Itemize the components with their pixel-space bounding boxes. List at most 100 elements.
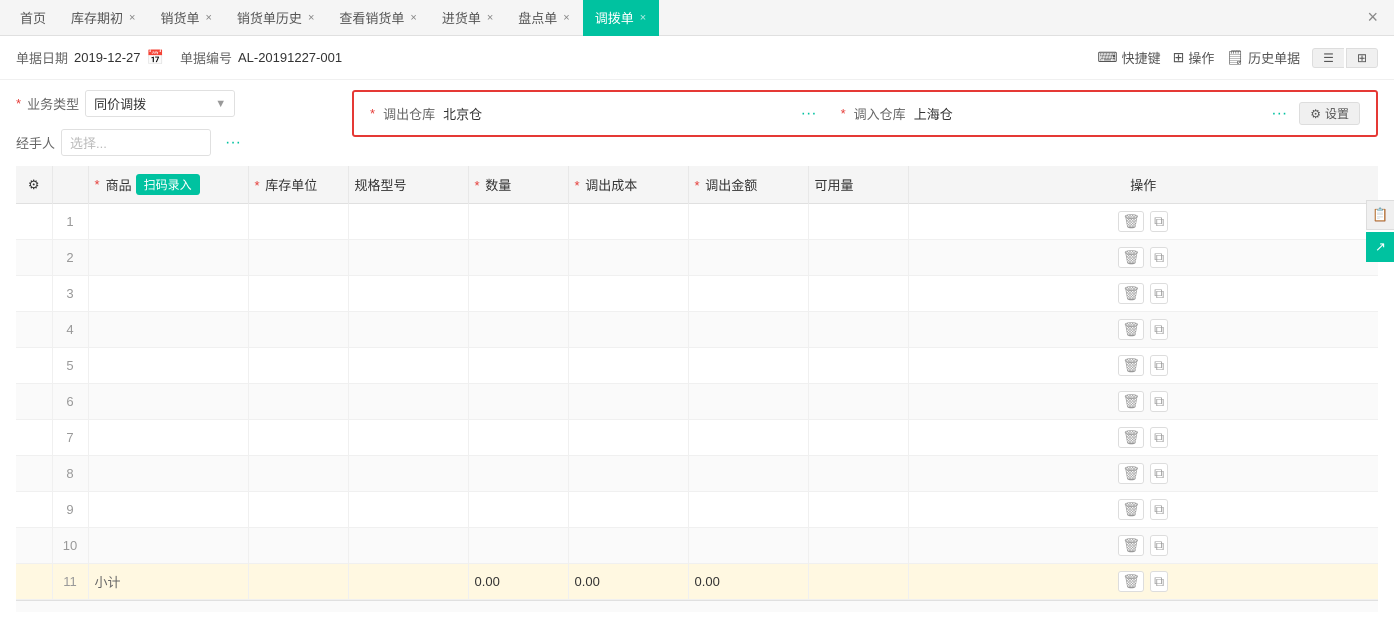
- operator-more-icon[interactable]: ···: [225, 134, 241, 152]
- amount-cell[interactable]: [688, 456, 808, 492]
- available-cell[interactable]: [808, 528, 908, 564]
- window-close-button[interactable]: ×: [1359, 7, 1386, 28]
- scan-button[interactable]: 扫码录入: [136, 174, 200, 195]
- cost-cell[interactable]: [568, 240, 688, 276]
- unit-cell[interactable]: [248, 456, 348, 492]
- quantity-cell[interactable]: [468, 420, 568, 456]
- tab-inventory-init[interactable]: 库存期初 ×: [59, 0, 148, 36]
- available-cell[interactable]: [808, 492, 908, 528]
- tab-stocktake[interactable]: 盘点单 ×: [506, 0, 582, 36]
- copy-icon[interactable]: ⧉: [1150, 391, 1168, 412]
- tab-sales-history[interactable]: 销货单历史 ×: [225, 0, 327, 36]
- amount-cell[interactable]: [688, 204, 808, 240]
- cost-cell[interactable]: [568, 420, 688, 456]
- quantity-cell[interactable]: [468, 456, 568, 492]
- th-settings[interactable]: ⚙: [16, 166, 52, 204]
- quantity-cell[interactable]: [468, 348, 568, 384]
- goods-cell[interactable]: [88, 420, 248, 456]
- float-notes-btn[interactable]: 📋: [1366, 200, 1394, 230]
- copy-icon[interactable]: ⧉: [1150, 535, 1168, 556]
- spec-cell[interactable]: [348, 384, 468, 420]
- available-cell[interactable]: [808, 276, 908, 312]
- calendar-icon[interactable]: 📅: [147, 49, 164, 66]
- spec-cell[interactable]: [348, 528, 468, 564]
- tab-close-view-sales[interactable]: ×: [410, 12, 416, 24]
- amount-cell[interactable]: [688, 528, 808, 564]
- horizontal-scrollbar[interactable]: [16, 600, 1378, 612]
- copy-icon[interactable]: ⧉: [1150, 247, 1168, 268]
- amount-cell[interactable]: [688, 276, 808, 312]
- delete-icon[interactable]: 🗑: [1118, 283, 1144, 304]
- spec-cell[interactable]: [348, 240, 468, 276]
- goods-cell[interactable]: [88, 204, 248, 240]
- amount-cell[interactable]: [688, 420, 808, 456]
- available-cell[interactable]: [808, 240, 908, 276]
- shortcuts-btn[interactable]: ⌨ 快捷键: [1097, 48, 1160, 67]
- copy-icon[interactable]: ⧉: [1150, 355, 1168, 376]
- quantity-cell[interactable]: [468, 312, 568, 348]
- available-cell[interactable]: [808, 204, 908, 240]
- cost-cell[interactable]: [568, 312, 688, 348]
- available-cell[interactable]: [808, 312, 908, 348]
- history-btn[interactable]: 🗒 历史单据: [1226, 48, 1300, 67]
- unit-cell[interactable]: [248, 384, 348, 420]
- amount-cell[interactable]: [688, 312, 808, 348]
- cost-cell[interactable]: [568, 528, 688, 564]
- unit-cell[interactable]: [248, 492, 348, 528]
- amount-cell[interactable]: [688, 384, 808, 420]
- view-toggle-grid[interactable]: ⊞: [1346, 48, 1378, 68]
- copy-icon[interactable]: ⧉: [1150, 427, 1168, 448]
- copy-icon[interactable]: ⧉: [1150, 211, 1168, 232]
- operator-dropdown[interactable]: 选择...: [61, 129, 211, 156]
- quantity-cell[interactable]: [468, 276, 568, 312]
- view-toggle-list[interactable]: ☰: [1312, 48, 1344, 68]
- quantity-cell[interactable]: [468, 204, 568, 240]
- actions-btn[interactable]: ⊞ 操作: [1173, 48, 1215, 67]
- amount-cell[interactable]: [688, 348, 808, 384]
- copy-icon[interactable]: ⧉: [1150, 499, 1168, 520]
- delete-icon[interactable]: 🗑: [1118, 535, 1144, 556]
- quantity-cell[interactable]: [468, 384, 568, 420]
- cost-cell[interactable]: [568, 276, 688, 312]
- tab-home[interactable]: 首页: [8, 0, 59, 36]
- tab-purchase-order[interactable]: 进货单 ×: [430, 0, 506, 36]
- tab-transfer[interactable]: 调拨单 ×: [583, 0, 659, 36]
- cost-cell[interactable]: [568, 456, 688, 492]
- delete-icon[interactable]: 🗑: [1118, 319, 1144, 340]
- unit-cell[interactable]: [248, 276, 348, 312]
- goods-cell[interactable]: [88, 456, 248, 492]
- unit-cell[interactable]: [248, 312, 348, 348]
- available-cell[interactable]: [808, 456, 908, 492]
- spec-cell[interactable]: [348, 276, 468, 312]
- tab-close-sales-history[interactable]: ×: [308, 12, 314, 24]
- unit-cell[interactable]: [248, 420, 348, 456]
- transfer-out-more-icon[interactable]: ···: [801, 105, 817, 123]
- available-cell[interactable]: [808, 348, 908, 384]
- transfer-in-more-icon[interactable]: ···: [1271, 105, 1287, 123]
- quantity-cell[interactable]: [468, 240, 568, 276]
- copy-icon[interactable]: ⧉: [1150, 571, 1168, 592]
- goods-cell[interactable]: [88, 240, 248, 276]
- tab-close-purchase-order[interactable]: ×: [487, 12, 493, 24]
- amount-cell[interactable]: [688, 492, 808, 528]
- delete-icon[interactable]: 🗑: [1118, 571, 1144, 592]
- tab-close-sales-order[interactable]: ×: [205, 12, 211, 24]
- delete-icon[interactable]: 🗑: [1118, 247, 1144, 268]
- spec-cell[interactable]: [348, 492, 468, 528]
- business-type-dropdown[interactable]: 同价调拨 ▼: [85, 90, 235, 117]
- unit-cell[interactable]: [248, 528, 348, 564]
- unit-cell[interactable]: [248, 348, 348, 384]
- goods-cell[interactable]: [88, 492, 248, 528]
- tab-close-inventory-init[interactable]: ×: [129, 12, 135, 24]
- tab-view-sales[interactable]: 查看销货单 ×: [327, 0, 429, 36]
- spec-cell[interactable]: [348, 312, 468, 348]
- cost-cell[interactable]: [568, 204, 688, 240]
- quantity-cell[interactable]: [468, 528, 568, 564]
- available-cell[interactable]: [808, 384, 908, 420]
- available-cell[interactable]: [808, 420, 908, 456]
- tab-close-transfer[interactable]: ×: [640, 12, 646, 24]
- goods-cell[interactable]: [88, 384, 248, 420]
- spec-cell[interactable]: [348, 420, 468, 456]
- copy-icon[interactable]: ⧉: [1150, 283, 1168, 304]
- goods-cell[interactable]: [88, 312, 248, 348]
